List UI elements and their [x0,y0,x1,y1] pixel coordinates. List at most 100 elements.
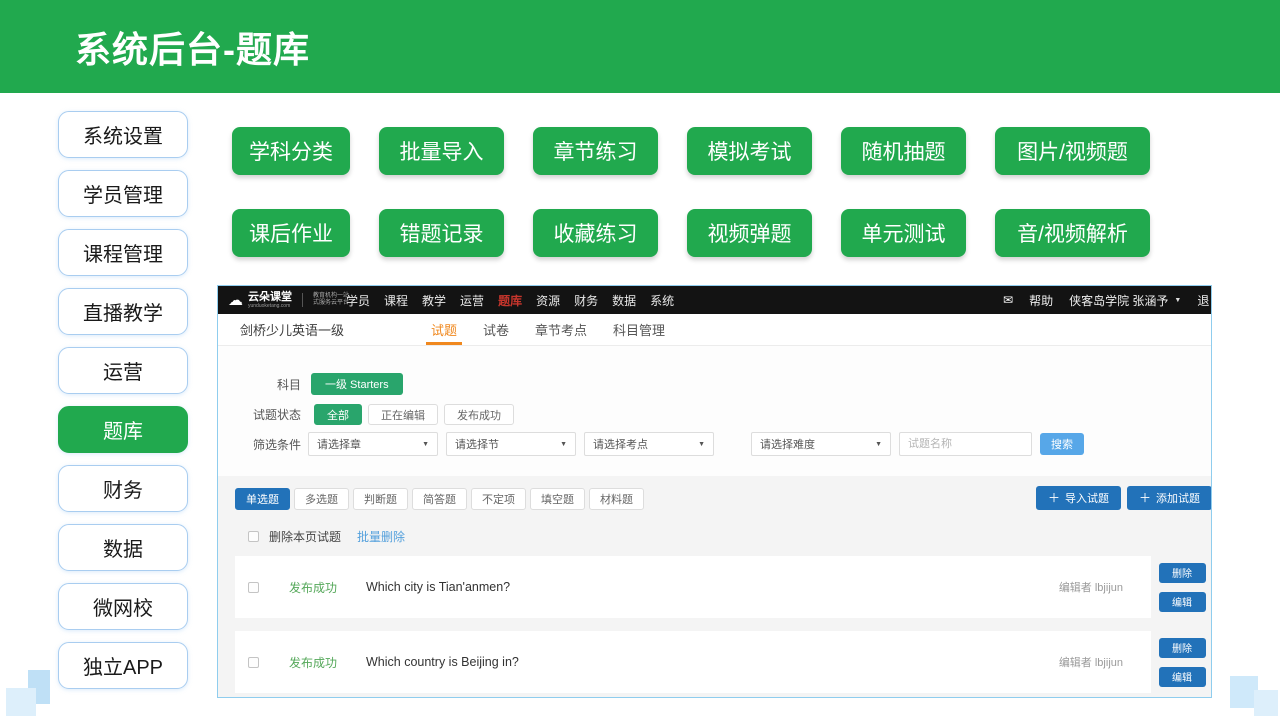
feature-wrong-question-record[interactable]: 错题记录 [379,209,504,257]
nav-item-student[interactable]: 学员 [346,292,370,309]
delete-page-label: 删除本页试题 [269,528,341,545]
status-option-published[interactable]: 发布成功 [444,404,514,425]
feature-chapter-practice[interactable]: 章节练习 [533,127,658,175]
sidebar-item-question-bank[interactable]: 题库 [58,406,188,453]
qtype-material[interactable]: 材料题 [589,488,644,510]
sidebar-item-course-mgmt[interactable]: 课程管理 [58,229,188,276]
qtype-fill-blank[interactable]: 填空题 [530,488,585,510]
tab-chapter-points[interactable]: 章节考点 [535,314,587,345]
status-badge: 发布成功 [289,654,337,671]
feature-mock-exam[interactable]: 模拟考试 [687,127,812,175]
qtype-true-false[interactable]: 判断题 [353,488,408,510]
chapter-select[interactable]: 请选择章 ▼ [308,432,438,456]
point-select[interactable]: 请选择考点 ▼ [584,432,714,456]
app-logo[interactable]: ☁ 云朵课堂 yunduoketang.com 教育机构一站 式服务云平台 [228,292,349,309]
qtype-single-choice[interactable]: 单选题 [235,488,290,510]
account-menu[interactable]: 侠客岛学院 张涵予 ▼ [1069,292,1181,309]
edit-button[interactable]: 编辑 [1159,667,1206,687]
plus-icon: ＋ [1139,492,1151,504]
delete-button[interactable]: 删除 [1159,563,1206,583]
sidebar-item-operations[interactable]: 运营 [58,347,188,394]
logout-link[interactable]: 退 [1197,292,1209,309]
subject-tag[interactable]: 一级 Starters [311,373,403,395]
feature-subject-category[interactable]: 学科分类 [232,127,350,175]
feature-row-1: 学科分类 批量导入 章节练习 模拟考试 随机抽题 图片/视频题 [232,127,1150,175]
feature-favorite-practice[interactable]: 收藏练习 [533,209,658,257]
nav-item-system[interactable]: 系统 [650,292,674,309]
page-title: 系统后台-题库 [75,21,310,73]
app-nav-right: ✉ 帮助 侠客岛学院 张涵予 ▼ 退 [1003,286,1209,314]
subnav-tabs: 试题 试卷 章节考点 科目管理 [431,314,665,345]
point-select-value: 请选择考点 [593,436,648,452]
feature-batch-import[interactable]: 批量导入 [379,127,504,175]
tab-papers[interactable]: 试卷 [483,314,509,345]
edit-button[interactable]: 编辑 [1159,592,1206,612]
caret-down-icon: ▼ [1174,297,1181,304]
help-link[interactable]: 帮助 [1029,292,1053,309]
logo-divider [302,293,303,307]
sidebar-item-standalone-app[interactable]: 独立APP [58,642,188,689]
sidebar-item-finance[interactable]: 财务 [58,465,188,512]
nav-item-finance[interactable]: 财务 [574,292,598,309]
page-banner: 系统后台-题库 [0,0,1280,93]
search-button[interactable]: 搜索 [1040,433,1084,455]
logo-tagline-line1: 教育机构一站 [313,293,349,301]
question-text: Which city is Tian'anmen? [366,580,510,594]
app-screenshot: ☁ 云朵课堂 yunduoketang.com 教育机构一站 式服务云平台 学员… [217,285,1212,698]
feature-audio-video-analysis[interactable]: 音/视频解析 [995,209,1150,257]
sidebar-item-data[interactable]: 数据 [58,524,188,571]
dropdown-arrow-icon: ▼ [422,441,429,448]
row-checkbox[interactable] [248,582,259,593]
feature-unit-test[interactable]: 单元测试 [841,209,966,257]
status-label: 试题状态 [218,406,301,423]
question-text: Which country is Beijing in? [366,655,519,669]
chapter-select-value: 请选择章 [317,436,361,452]
qtype-multi-choice[interactable]: 多选题 [294,488,349,510]
feature-random-draw[interactable]: 随机抽题 [841,127,966,175]
row-actions: 删除 编辑 [1151,631,1212,693]
feature-video-popup-question[interactable]: 视频弹题 [687,209,812,257]
feature-image-video-question[interactable]: 图片/视频题 [995,127,1150,175]
nav-item-operation[interactable]: 运营 [460,292,484,309]
logo-tagline: 教育机构一站 式服务云平台 [313,293,349,308]
question-type-tabs: 单选题 多选题 判断题 简答题 不定项 填空题 材料题 [235,488,644,510]
sidebar-item-micro-school[interactable]: 微网校 [58,583,188,630]
add-question-button[interactable]: ＋ 添加试题 [1127,486,1212,510]
status-option-editing[interactable]: 正在编辑 [368,404,438,425]
bulk-delete-link[interactable]: 批量删除 [357,528,405,545]
nav-item-data[interactable]: 数据 [612,292,636,309]
nav-item-course[interactable]: 课程 [384,292,408,309]
account-name: 侠客岛学院 张涵予 [1069,292,1168,309]
mail-icon[interactable]: ✉ [1003,293,1013,307]
difficulty-select-value: 请选择难度 [760,436,815,452]
select-all-checkbox[interactable] [248,531,259,542]
sidebar-item-live-teaching[interactable]: 直播教学 [58,288,188,335]
section-select-value: 请选择节 [455,436,499,452]
row-checkbox[interactable] [248,657,259,668]
sidebar-item-student-mgmt[interactable]: 学员管理 [58,170,188,217]
nav-item-resource[interactable]: 资源 [536,292,560,309]
difficulty-select[interactable]: 请选择难度 ▼ [751,432,891,456]
editor-label: 编辑者 lbjijun [1059,654,1123,670]
tab-questions[interactable]: 试题 [431,314,457,345]
qtype-short-answer[interactable]: 简答题 [412,488,467,510]
question-name-input[interactable] [899,432,1032,456]
feature-homework[interactable]: 课后作业 [232,209,350,257]
condition-row: 筛选条件 请选择章 ▼ 请选择节 ▼ 请选择考点 ▼ 请选择难度 ▼ 搜索 [218,432,1084,456]
import-questions-button[interactable]: ＋ 导入试题 [1036,486,1121,510]
nav-item-teaching[interactable]: 教学 [422,292,446,309]
delete-button[interactable]: 删除 [1159,638,1206,658]
nav-item-question-bank[interactable]: 题库 [498,292,522,309]
status-badge: 发布成功 [289,579,337,596]
app-subnav: 剑桥少儿英语一级 试题 试卷 章节考点 科目管理 [218,314,1211,346]
dropdown-arrow-icon: ▼ [560,441,567,448]
bulk-delete-row: 删除本页试题 批量删除 [248,528,405,545]
question-row-main: 发布成功 Which city is Tian'anmen? 编辑者 lbjij… [235,556,1151,618]
status-option-all[interactable]: 全部 [314,404,362,425]
tab-subject-mgmt[interactable]: 科目管理 [613,314,665,345]
section-select[interactable]: 请选择节 ▼ [446,432,576,456]
qtype-indefinite[interactable]: 不定项 [471,488,526,510]
dropdown-arrow-icon: ▼ [875,441,882,448]
sidebar-item-system-settings[interactable]: 系统设置 [58,111,188,158]
question-row: 发布成功 Which country is Beijing in? 编辑者 lb… [235,631,1212,693]
